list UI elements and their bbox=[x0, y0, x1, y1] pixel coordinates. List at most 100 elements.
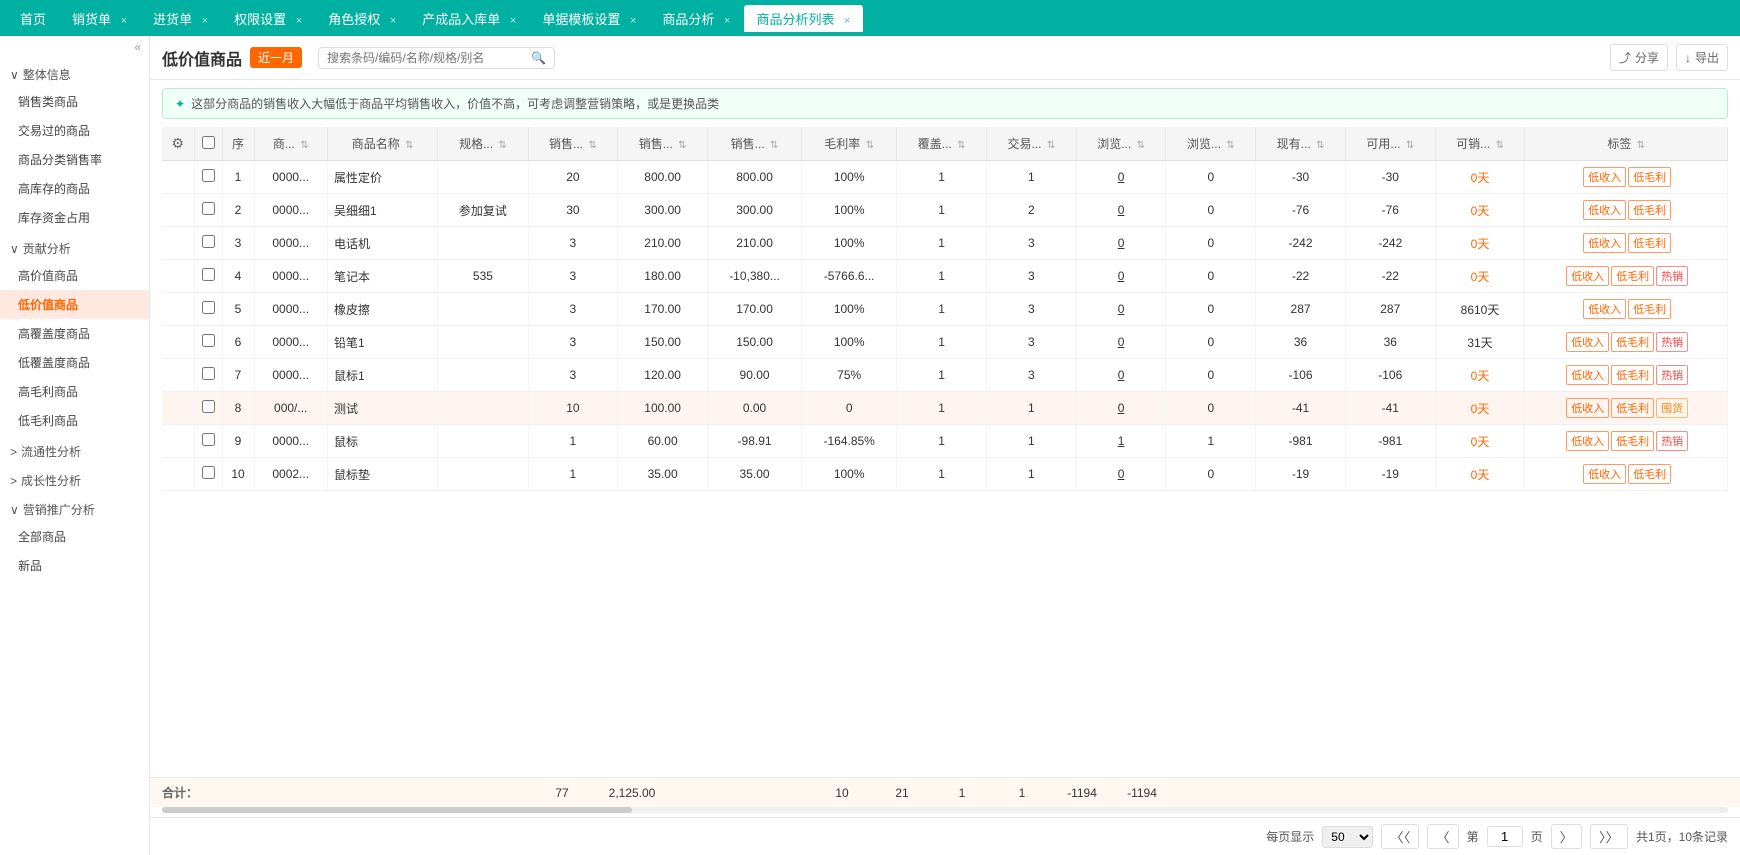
cell-browse1[interactable]: 0 bbox=[1076, 194, 1166, 227]
nav-purchase-order-close[interactable]: × bbox=[202, 15, 208, 27]
th-sale-qty[interactable]: 销售... ⇅ bbox=[528, 127, 618, 161]
sidebar-item-high-coverage[interactable]: 高覆盖度商品 bbox=[0, 319, 149, 348]
settings-icon[interactable]: ⚙ bbox=[171, 135, 184, 151]
search-box[interactable]: 🔍 bbox=[318, 47, 555, 69]
table-wrapper[interactable]: ⚙ 序 商... ⇅ 商品名称 ⇅ 规格... ⇅ 销售... ⇅ 销售... … bbox=[162, 127, 1728, 777]
th-name[interactable]: 商品名称 ⇅ bbox=[327, 127, 437, 161]
sidebar-item-stock-capital[interactable]: 库存资金占用 bbox=[0, 203, 149, 232]
nav-purchase-order[interactable]: 进货单 × bbox=[141, 5, 220, 32]
th-browse2[interactable]: 浏览... ⇅ bbox=[1166, 127, 1256, 161]
last-page-btn[interactable]: 〉〉 bbox=[1590, 824, 1628, 849]
sidebar-collapse-btn[interactable]: « bbox=[134, 40, 141, 54]
nav-product-warehouse[interactable]: 产成品入库单 × bbox=[410, 5, 528, 32]
page-number-input[interactable] bbox=[1487, 826, 1523, 847]
sidebar-group-circulation[interactable]: > 流通性分析 bbox=[0, 435, 149, 464]
time-filter-badge[interactable]: 近一月 bbox=[250, 47, 302, 68]
row-checkbox[interactable] bbox=[202, 301, 215, 314]
th-settings[interactable]: ⚙ bbox=[162, 127, 194, 161]
cell-checkbox[interactable] bbox=[194, 326, 222, 359]
row-checkbox[interactable] bbox=[202, 367, 215, 380]
sidebar-item-low-value[interactable]: 低价值商品 bbox=[0, 290, 149, 319]
th-spec[interactable]: 规格... ⇅ bbox=[438, 127, 528, 161]
search-input[interactable] bbox=[327, 51, 527, 65]
cell-browse1[interactable]: 0 bbox=[1076, 392, 1166, 425]
cell-browse1[interactable]: 0 bbox=[1076, 458, 1166, 491]
th-checkbox[interactable] bbox=[194, 127, 222, 161]
th-avail[interactable]: 可用... ⇅ bbox=[1345, 127, 1435, 161]
nav-permission[interactable]: 权限设置 × bbox=[222, 5, 314, 32]
per-page-select[interactable]: 50 100 200 bbox=[1322, 826, 1373, 848]
th-stock[interactable]: 现有... ⇅ bbox=[1256, 127, 1346, 161]
cell-checkbox[interactable] bbox=[194, 260, 222, 293]
th-saleable[interactable]: 可销... ⇅ bbox=[1435, 127, 1525, 161]
cell-checkbox[interactable] bbox=[194, 425, 222, 458]
nav-product-analysis[interactable]: 商品分析 × bbox=[650, 5, 742, 32]
sidebar-item-low-profit[interactable]: 低毛利商品 bbox=[0, 406, 149, 435]
cell-browse1[interactable]: 0 bbox=[1076, 227, 1166, 260]
cell-browse1[interactable]: 0 bbox=[1076, 359, 1166, 392]
nav-sales-order[interactable]: 销货单 × bbox=[60, 5, 139, 32]
cell-browse1[interactable]: 0 bbox=[1076, 293, 1166, 326]
row-checkbox[interactable] bbox=[202, 334, 215, 347]
nav-role-auth[interactable]: 角色授权 × bbox=[316, 5, 408, 32]
cell-checkbox[interactable] bbox=[194, 161, 222, 194]
cell-checkbox[interactable] bbox=[194, 359, 222, 392]
nav-home[interactable]: 首页 bbox=[8, 5, 58, 32]
sidebar-group-marketing[interactable]: ∨ 营销推广分析 bbox=[0, 493, 149, 522]
nav-permission-close[interactable]: × bbox=[296, 15, 302, 27]
sidebar-item-sales-products[interactable]: 销售类商品 bbox=[0, 87, 149, 116]
cell-checkbox[interactable] bbox=[194, 227, 222, 260]
nav-role-auth-close[interactable]: × bbox=[390, 15, 396, 27]
nav-product-warehouse-close[interactable]: × bbox=[510, 15, 516, 27]
cell-browse1[interactable]: 0 bbox=[1076, 260, 1166, 293]
select-all-checkbox[interactable] bbox=[202, 136, 215, 149]
cell-browse1[interactable]: 0 bbox=[1076, 326, 1166, 359]
nav-template-settings-close[interactable]: × bbox=[630, 15, 636, 27]
first-page-btn[interactable]: 〈〈 bbox=[1381, 824, 1419, 849]
nav-template-settings[interactable]: 单据模板设置 × bbox=[530, 5, 648, 32]
nav-sales-order-close[interactable]: × bbox=[121, 15, 127, 27]
th-sale-gross[interactable]: 销售... ⇅ bbox=[707, 127, 801, 161]
nav-product-analysis-list[interactable]: 商品分析列表 × bbox=[744, 5, 862, 32]
row-checkbox[interactable] bbox=[202, 202, 215, 215]
th-trade[interactable]: 交易... ⇅ bbox=[986, 127, 1076, 161]
nav-product-analysis-close[interactable]: × bbox=[724, 15, 730, 27]
search-icon[interactable]: 🔍 bbox=[531, 51, 546, 65]
row-checkbox[interactable] bbox=[202, 466, 215, 479]
nav-product-analysis-list-close[interactable]: × bbox=[844, 15, 850, 27]
row-checkbox[interactable] bbox=[202, 235, 215, 248]
sidebar-item-high-value[interactable]: 高价值商品 bbox=[0, 261, 149, 290]
export-button[interactable]: ↓ 导出 bbox=[1676, 44, 1728, 71]
cell-browse1[interactable]: 1 bbox=[1076, 425, 1166, 458]
cell-checkbox[interactable] bbox=[194, 458, 222, 491]
th-tags[interactable]: 标签 ⇅ bbox=[1525, 127, 1728, 161]
share-button[interactable]: ⤴ 分享 bbox=[1610, 44, 1668, 71]
th-sale-amount[interactable]: 销售... ⇅ bbox=[618, 127, 708, 161]
th-gross-rate[interactable]: 毛利率 ⇅ bbox=[802, 127, 897, 161]
sidebar-item-traded-products[interactable]: 交易过的商品 bbox=[0, 116, 149, 145]
sidebar-item-high-profit[interactable]: 高毛利商品 bbox=[0, 377, 149, 406]
next-page-btn[interactable]: 〉 bbox=[1551, 824, 1582, 849]
th-browse1[interactable]: 浏览... ⇅ bbox=[1076, 127, 1166, 161]
cell-checkbox[interactable] bbox=[194, 392, 222, 425]
scrollbar-thumb[interactable] bbox=[162, 807, 632, 813]
prev-page-btn[interactable]: 〈 bbox=[1427, 824, 1458, 849]
sidebar-item-high-stock[interactable]: 高库存的商品 bbox=[0, 174, 149, 203]
sidebar-group-growth[interactable]: > 成长性分析 bbox=[0, 464, 149, 493]
sidebar-group-overall[interactable]: ∨ 整体信息 bbox=[0, 58, 149, 87]
row-checkbox[interactable] bbox=[202, 268, 215, 281]
sidebar-item-low-coverage[interactable]: 低覆盖度商品 bbox=[0, 348, 149, 377]
th-coverage[interactable]: 覆盖... ⇅ bbox=[897, 127, 987, 161]
cell-checkbox[interactable] bbox=[194, 194, 222, 227]
row-checkbox[interactable] bbox=[202, 433, 215, 446]
scrollbar-track[interactable] bbox=[162, 807, 1728, 813]
th-code[interactable]: 商... ⇅ bbox=[254, 127, 327, 161]
cell-browse1[interactable]: 0 bbox=[1076, 161, 1166, 194]
cell-checkbox[interactable] bbox=[194, 293, 222, 326]
sidebar-group-contribution[interactable]: ∨ 贡献分析 bbox=[0, 232, 149, 261]
row-checkbox[interactable] bbox=[202, 169, 215, 182]
sidebar-item-category-sales[interactable]: 商品分类销售率 bbox=[0, 145, 149, 174]
row-checkbox[interactable] bbox=[202, 400, 215, 413]
sidebar-item-new-products[interactable]: 新品 bbox=[0, 551, 149, 580]
sidebar-item-all-products[interactable]: 全部商品 bbox=[0, 522, 149, 551]
